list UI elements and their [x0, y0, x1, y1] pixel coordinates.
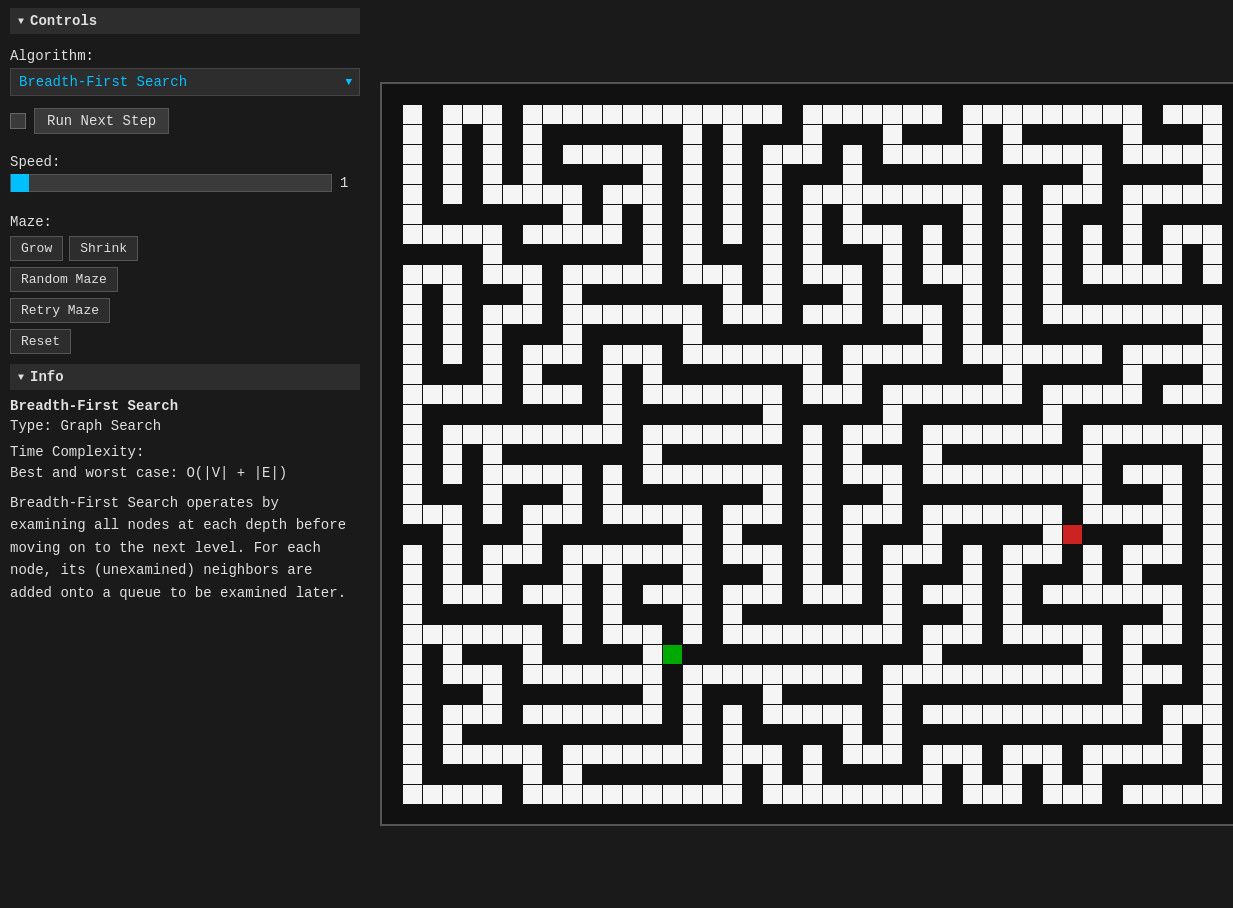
- info-header[interactable]: ▼ Info: [10, 364, 360, 390]
- grow-shrink-row: Grow Shrink: [10, 236, 360, 261]
- speed-value: 1: [340, 175, 360, 191]
- info-complexity: Time Complexity: Best and worst case: O(…: [10, 442, 360, 484]
- algorithm-select[interactable]: Breadth-First Search Depth-First Search …: [10, 68, 360, 96]
- info-arrow-icon: ▼: [18, 372, 24, 383]
- info-header-label: Info: [30, 369, 64, 385]
- maze-label: Maze:: [10, 214, 360, 230]
- controls-arrow-icon: ▼: [18, 16, 24, 27]
- info-algo-name: Breadth-First Search: [10, 398, 360, 414]
- maze-canvas[interactable]: [380, 82, 1233, 826]
- shrink-button[interactable]: Shrink: [69, 236, 138, 261]
- maze-container: [370, 0, 1233, 908]
- speed-slider[interactable]: [10, 174, 332, 192]
- speed-label: Speed:: [10, 154, 360, 170]
- info-complexity-header: Time Complexity:: [10, 444, 144, 460]
- info-section: ▼ Info Breadth-First Search Type: Graph …: [10, 364, 360, 604]
- run-next-step-button[interactable]: Run Next Step: [34, 108, 169, 134]
- info-complexity-detail: Best and worst case: O(|V| + |E|): [10, 465, 287, 481]
- reset-button[interactable]: Reset: [10, 329, 71, 354]
- run-checkbox[interactable]: [10, 113, 26, 129]
- sidebar: ▼ Controls Algorithm: Breadth-First Sear…: [0, 0, 370, 908]
- controls-header-label: Controls: [30, 13, 97, 29]
- algorithm-label: Algorithm:: [10, 48, 360, 64]
- grow-button[interactable]: Grow: [10, 236, 63, 261]
- info-description: Breadth-First Search operates by examini…: [10, 492, 360, 604]
- info-type: Type: Graph Search: [10, 418, 360, 434]
- random-maze-button[interactable]: Random Maze: [10, 267, 118, 292]
- controls-header[interactable]: ▼ Controls: [10, 8, 360, 34]
- run-btn-row: Run Next Step: [10, 108, 360, 134]
- speed-slider-row: 1: [10, 174, 360, 192]
- retry-maze-button[interactable]: Retry Maze: [10, 298, 110, 323]
- algorithm-select-wrapper: Breadth-First Search Depth-First Search …: [10, 68, 360, 96]
